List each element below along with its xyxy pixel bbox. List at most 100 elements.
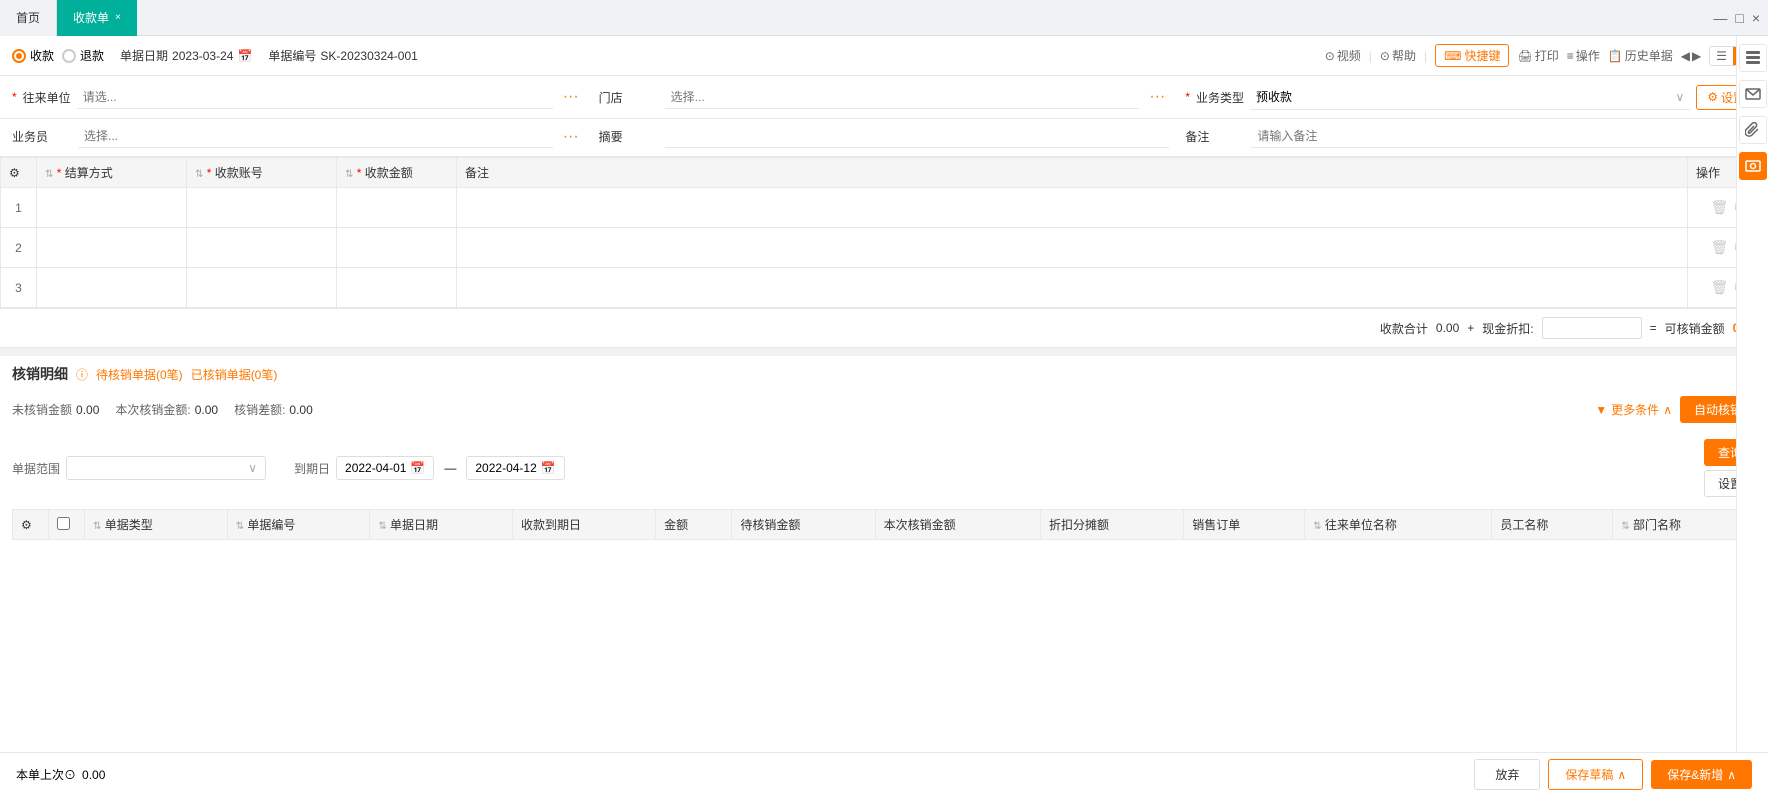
amount-cell-3[interactable]	[337, 268, 457, 308]
diff-label: 核销差额:	[234, 401, 285, 418]
method-cell-1[interactable]	[37, 188, 187, 228]
method-cell-3[interactable]	[37, 268, 187, 308]
verify-header: 核销明细 ⓘ 待核销单据(0笔) 已核销单据(0笔)	[12, 364, 1756, 384]
footer-left: 本单上次⊙ 0.00	[16, 766, 105, 783]
due-date-filter: 到期日 2022-04-01 📅 — 2022-04-12 📅	[294, 456, 565, 480]
pending-tab[interactable]: 待核销单据(0笔)	[96, 366, 183, 383]
nav-arrows: ◀ ▶	[1681, 49, 1701, 63]
tab-close-icon[interactable]: ×	[115, 12, 121, 23]
amount-cell-2[interactable]	[337, 228, 457, 268]
btcol-gear[interactable]: ⚙	[13, 510, 49, 540]
account-cell-1[interactable]	[187, 188, 337, 228]
operation-btn[interactable]: ≡ 操作	[1567, 47, 1600, 64]
summary-input[interactable]	[665, 125, 1170, 148]
radio-collection[interactable]: 收款	[12, 47, 54, 64]
select-all-checkbox[interactable]	[57, 517, 70, 530]
account-cell-2[interactable]	[187, 228, 337, 268]
date-field: 单据日期 2023-03-24 📅	[120, 47, 252, 64]
save-new-btn[interactable]: 保存&新增 ∧	[1651, 760, 1752, 789]
business-type-field: * 业务类型 预收款 ∨ ⚙ 设置	[1185, 84, 1756, 110]
col-method-header: ⇅ 结算方式	[37, 158, 187, 188]
table-row: 1 🗑 ⧉	[1, 188, 1768, 228]
note-cell-1[interactable]	[457, 188, 1688, 228]
window-controls: — □ ×	[1713, 10, 1768, 26]
number-value: SK-20230324-001	[320, 49, 417, 63]
biz-type-select[interactable]: 预收款 ∨	[1250, 84, 1690, 110]
table-row: 3 🗑 ⧉	[1, 268, 1768, 308]
sort-icon2: ⇅	[195, 169, 203, 180]
list-view-btn[interactable]: ☰	[1710, 47, 1733, 65]
help-icon: ⊙	[1380, 49, 1390, 63]
btcol-dept: ⇅ 部门名称	[1613, 510, 1756, 540]
range-select[interactable]: ∨	[66, 456, 266, 480]
salesperson-more-btn[interactable]: ···	[559, 128, 583, 146]
footer-right: 放弃 保存草稿 ∧ 保存&新增 ∧	[1474, 759, 1752, 790]
abandon-btn[interactable]: 放弃	[1474, 759, 1540, 790]
main-content: 收款 退款 单据日期 2023-03-24 📅 单据编号 SK-20230324…	[0, 36, 1768, 796]
row-num-1: 1	[1, 188, 37, 228]
sidebar-mail-icon[interactable]	[1739, 80, 1767, 108]
btcol-checkbox	[49, 510, 85, 540]
chevron-up-icon: ∧	[1663, 403, 1672, 417]
note-cell-2[interactable]	[457, 228, 1688, 268]
next-arrow[interactable]: ▶	[1692, 49, 1701, 63]
more-conditions-btn[interactable]: ▼ 更多条件 ∧	[1595, 401, 1672, 418]
account-cell-3[interactable]	[187, 268, 337, 308]
note-cell-3[interactable]	[457, 268, 1688, 308]
btcol-number: ⇅ 单据编号	[227, 510, 370, 540]
radio-circle-refund	[62, 49, 76, 63]
radio-dot	[16, 53, 22, 59]
help-btn[interactable]: ⊙ 帮助	[1380, 47, 1416, 64]
prev-arrow[interactable]: ◀	[1681, 49, 1690, 63]
delete-icon-2[interactable]: 🗑	[1711, 239, 1729, 256]
info-icon[interactable]: ⓘ	[76, 366, 88, 383]
this-order-label: 本单上次⊙	[16, 766, 76, 783]
print-icon: 🖨	[1517, 49, 1532, 63]
done-tab[interactable]: 已核销单据(0笔)	[191, 366, 278, 383]
number-field: 单据编号 SK-20230324-001	[268, 47, 417, 64]
amount-cell-1[interactable]	[337, 188, 457, 228]
remark-input[interactable]	[1251, 125, 1756, 148]
btcol-counterparty: ⇅ 往来单位名称	[1305, 510, 1492, 540]
close-btn[interactable]: ×	[1752, 10, 1760, 26]
video-label: 视频	[1337, 47, 1361, 64]
delete-icon-1[interactable]: 🗑	[1711, 199, 1729, 216]
minimize-btn[interactable]: —	[1713, 10, 1727, 26]
counterparty-input[interactable]	[77, 86, 553, 109]
col-settings-header[interactable]: ⚙	[1, 158, 37, 188]
date-calendar-icon[interactable]: 📅	[237, 49, 252, 63]
save-draft-label: 保存草稿	[1565, 766, 1613, 783]
sort-icon: ⇅	[45, 169, 53, 180]
date-value: 2023-03-24	[172, 49, 233, 63]
shortcut-btn[interactable]: ⌨ 快捷键	[1435, 44, 1509, 67]
cash-discount-label: 现金折扣:	[1482, 320, 1533, 337]
chevron-down-icon: ∨	[1675, 90, 1684, 104]
sidebar-table-icon[interactable]	[1739, 44, 1767, 72]
salesperson-input[interactable]	[78, 125, 553, 148]
radio-circle-collection	[12, 49, 26, 63]
print-btn[interactable]: 🖨 打印	[1517, 47, 1558, 64]
history-label: 历史单据	[1625, 47, 1673, 64]
sidebar-screenshot-icon[interactable]	[1739, 152, 1767, 180]
maximize-btn[interactable]: □	[1735, 10, 1743, 26]
method-cell-2[interactable]	[37, 228, 187, 268]
radio-refund[interactable]: 退款	[62, 47, 104, 64]
history-btn[interactable]: 📋 历史单据	[1608, 47, 1673, 64]
store-more-btn[interactable]: ···	[1145, 88, 1169, 106]
counterparty-more-btn[interactable]: ···	[559, 88, 583, 106]
footer: 本单上次⊙ 0.00 放弃 保存草稿 ∧ 保存&新增 ∧	[0, 752, 1768, 796]
right-sidebar	[1736, 36, 1768, 796]
tab-current[interactable]: 收款单 ×	[57, 0, 137, 36]
tab-current-label: 收款单	[73, 9, 109, 26]
save-new-chevron: ∧	[1727, 768, 1736, 782]
cash-discount-input[interactable]	[1542, 317, 1642, 339]
video-btn[interactable]: ⊙ 视频	[1325, 47, 1361, 64]
btcol-discount: 折扣分摊额	[1041, 510, 1184, 540]
delete-icon-3[interactable]: 🗑	[1711, 279, 1729, 296]
sidebar-paperclip-icon[interactable]	[1739, 116, 1767, 144]
due-date-from[interactable]: 2022-04-01 📅	[336, 456, 434, 480]
store-input[interactable]	[665, 86, 1140, 109]
due-date-to[interactable]: 2022-04-12 📅	[466, 456, 564, 480]
save-draft-btn[interactable]: 保存草稿 ∧	[1548, 759, 1643, 790]
tab-home[interactable]: 首页	[0, 0, 57, 36]
